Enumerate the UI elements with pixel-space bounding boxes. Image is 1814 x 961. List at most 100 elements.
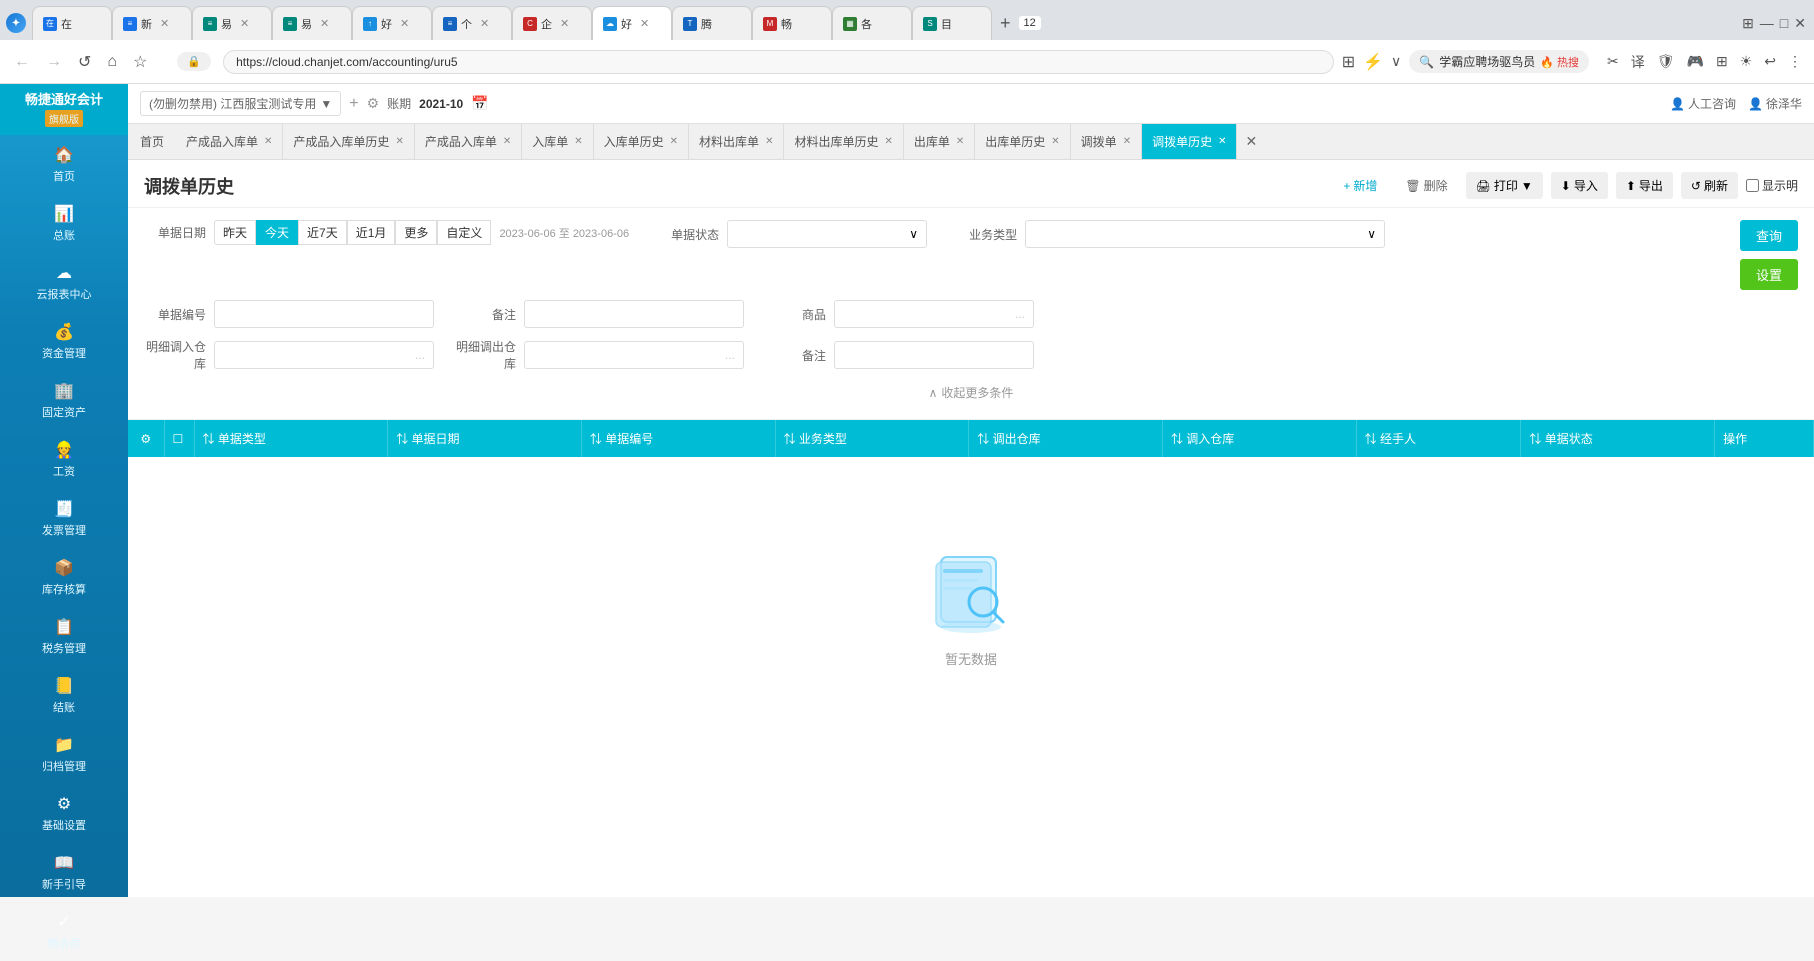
tab-9[interactable]: T 腾 [672, 6, 752, 40]
tab-close-in-history[interactable]: ✕ [670, 136, 678, 147]
tab-4[interactable]: ≡ 易 ✕ [272, 6, 352, 40]
date-btn-custom[interactable]: 自定义 [437, 220, 491, 245]
in-warehouse-select[interactable]: ... [214, 341, 434, 369]
company-settings-icon[interactable]: ⚙ [367, 95, 380, 112]
help-button[interactable]: 👤 人工咨询 [1670, 95, 1736, 112]
tab-close-product-in-2[interactable]: ✕ [503, 136, 511, 147]
star-button[interactable]: ☆ [129, 50, 151, 74]
tab-material-out[interactable]: 材料出库单 ✕ [689, 124, 784, 160]
tab-close-out-history[interactable]: ✕ [1051, 136, 1059, 147]
home-button[interactable]: ⌂ [103, 51, 121, 73]
sidebar-item-member[interactable]: ✓ 畅会员 [0, 902, 128, 961]
sidebar-item-closing[interactable]: 📒 结账 [0, 666, 128, 725]
tab-8[interactable]: ☁ 好 ✕ [592, 6, 672, 40]
sidebar-item-invoice[interactable]: 🧾 发票管理 [0, 489, 128, 548]
company-selector[interactable]: (勿删勿禁用) 江西服宝测试专用 ▼ [140, 91, 341, 116]
tab-transfer[interactable]: 调拨单 ✕ [1071, 124, 1142, 160]
sub-remark-input[interactable] [834, 341, 1034, 369]
tab-close-out-order[interactable]: ✕ [956, 136, 964, 147]
tab-8-close[interactable]: ✕ [640, 17, 649, 30]
new-button[interactable]: + 新增 [1333, 172, 1387, 199]
tab-5-close[interactable]: ✕ [400, 17, 409, 30]
tab-3-close[interactable]: ✕ [240, 17, 249, 30]
th-handler[interactable]: ⇅ 经手人 [1356, 420, 1521, 457]
tab-home[interactable]: 首页 [128, 124, 176, 160]
tab-in-order[interactable]: 入库单 ✕ [522, 124, 593, 160]
tab-product-in-history[interactable]: 产成品入库单历史 ✕ [283, 124, 414, 160]
add-company-btn[interactable]: + [349, 95, 358, 113]
date-btn-1month[interactable]: 近1月 [347, 220, 396, 245]
sidebar-item-funds[interactable]: 💰 资金管理 [0, 312, 128, 371]
tab-close-product-in-history[interactable]: ✕ [395, 136, 403, 147]
tab-1[interactable]: 在 在 [32, 6, 112, 40]
tab-2[interactable]: ≡ 新 ✕ [112, 6, 192, 40]
tab-manager-icon[interactable]: ⊞ [1742, 15, 1754, 32]
th-biz-type[interactable]: ⇅ 业务类型 [775, 420, 969, 457]
sidebar-item-reports[interactable]: ☁ 云报表中心 [0, 253, 128, 312]
minimize-button[interactable]: — [1760, 15, 1774, 31]
tab-out-history[interactable]: 出库单历史 ✕ [975, 124, 1070, 160]
menu-icon[interactable]: ⋮ [1786, 51, 1804, 72]
address-input[interactable] [223, 50, 1334, 74]
th-doc-date[interactable]: ⇅ 单据日期 [388, 420, 582, 457]
translate-icon[interactable]: 译 [1629, 50, 1647, 74]
close-all-tabs-button[interactable]: ✕ [1237, 133, 1265, 150]
forward-button[interactable]: → [42, 51, 66, 73]
tab-close-in-order[interactable]: ✕ [574, 136, 582, 147]
back-button[interactable]: ← [10, 51, 34, 73]
date-btn-yesterday[interactable]: 昨天 [214, 220, 256, 245]
logo-area[interactable]: 畅捷通好会计 旗舰版 [0, 84, 128, 135]
sidebar-item-inventory[interactable]: 📦 库存核算 [0, 548, 128, 607]
tab-11[interactable]: ▦ 各 [832, 6, 912, 40]
th-in-warehouse[interactable]: ⇅ 调入仓库 [1162, 420, 1356, 457]
extension-2-icon[interactable]: 🎮 [1685, 51, 1706, 72]
import-button[interactable]: ⬇ 导入 [1551, 172, 1608, 199]
calendar-icon[interactable]: 📅 [471, 95, 488, 112]
tab-close-transfer-history[interactable]: ✕ [1218, 136, 1226, 147]
doc-no-input[interactable] [214, 300, 434, 328]
grid-icon[interactable]: ⊞ [1714, 51, 1730, 72]
sidebar-item-settings[interactable]: ⚙ 基础设置 [0, 784, 128, 843]
brightness-icon[interactable]: ☀ [1738, 51, 1755, 72]
tab-product-in[interactable]: 产成品入库单 ✕ [176, 124, 283, 160]
refresh-button[interactable]: ↺ [74, 50, 95, 74]
tab-7[interactable]: C 企 ✕ [512, 6, 592, 40]
tab-10[interactable]: M 畅 [752, 6, 832, 40]
date-btn-7days[interactable]: 近7天 [298, 220, 347, 245]
tab-out-order[interactable]: 出库单 ✕ [904, 124, 975, 160]
export-button[interactable]: ⬆ 导出 [1616, 172, 1673, 199]
collapse-button[interactable]: ∧ 收起更多条件 [923, 378, 1020, 407]
query-button[interactable]: 查询 [1740, 220, 1798, 251]
remark-input[interactable] [524, 300, 744, 328]
sidebar-item-home[interactable]: 🏠 首页 [0, 135, 128, 194]
user-info[interactable]: 👤 徐泽华 [1748, 95, 1802, 112]
tab-5[interactable]: ↑ 好 ✕ [352, 6, 432, 40]
tab-6-close[interactable]: ✕ [480, 17, 489, 30]
out-warehouse-select[interactable]: ... [524, 341, 744, 369]
th-doc-type[interactable]: ⇅ 单据类型 [194, 420, 388, 457]
delete-button[interactable]: 🗑 删除 [1395, 172, 1457, 199]
sidebar-item-ledger[interactable]: 📊 总账 [0, 194, 128, 253]
sidebar-item-payroll[interactable]: 👷 工资 [0, 430, 128, 489]
scissors-icon[interactable]: ✂ [1605, 51, 1621, 72]
tab-12[interactable]: S 目 [912, 6, 992, 40]
th-checkbox[interactable]: ☐ [164, 420, 194, 457]
sidebar-item-archive[interactable]: 📁 归档管理 [0, 725, 128, 784]
th-doc-no[interactable]: ⇅ 单据编号 [581, 420, 775, 457]
tab-close-transfer[interactable]: ✕ [1123, 136, 1131, 147]
show-detail-checkbox[interactable] [1746, 179, 1759, 192]
tab-close-product-in[interactable]: ✕ [264, 136, 272, 147]
extension-1-icon[interactable]: 🛡 [1655, 51, 1677, 72]
tab-in-history[interactable]: 入库单历史 ✕ [594, 124, 689, 160]
th-out-warehouse[interactable]: ⇅ 调出仓库 [969, 420, 1163, 457]
tab-transfer-history[interactable]: 调拨单历史 ✕ [1142, 124, 1237, 160]
extensions-icon[interactable]: ⊞ [1342, 52, 1355, 72]
sidebar-item-tax[interactable]: 📋 税务管理 [0, 607, 128, 666]
biztype-select[interactable]: ∨ [1025, 220, 1385, 248]
sidebar-item-assets[interactable]: 🏢 固定资产 [0, 371, 128, 430]
close-button[interactable]: ✕ [1794, 15, 1806, 32]
refresh-button[interactable]: ↺ 刷新 [1681, 172, 1738, 199]
lightning-icon[interactable]: ⚡ [1363, 52, 1383, 72]
date-btn-more[interactable]: 更多 [395, 220, 437, 245]
settings-button[interactable]: 设置 [1740, 259, 1798, 290]
